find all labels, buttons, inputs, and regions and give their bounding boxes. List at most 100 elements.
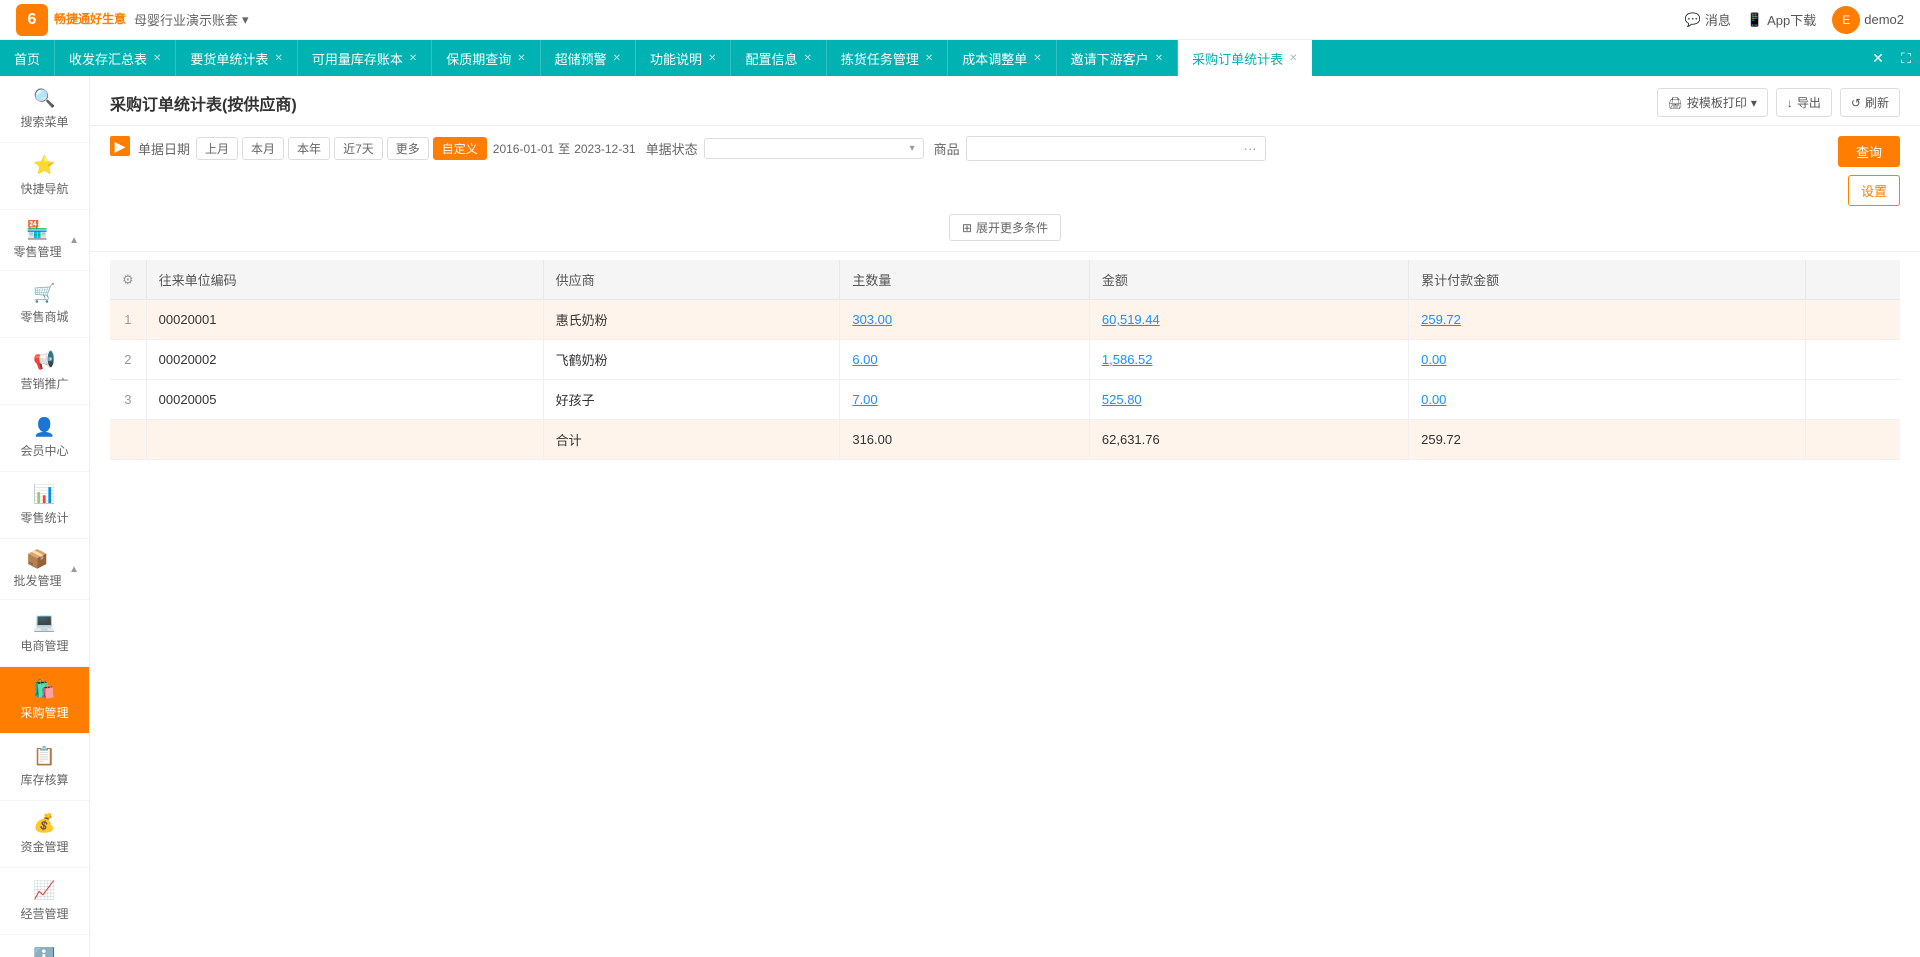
sidebar-item-finance[interactable]: 💰 资金管理	[0, 801, 89, 868]
close-icon[interactable]: ✕	[517, 53, 525, 64]
sidebar-item-basic[interactable]: ℹ️ 基础信息	[0, 935, 89, 957]
row-qty-2: 6.00	[840, 340, 1090, 380]
tab-chaochuyujing[interactable]: 超储预警 ✕	[541, 40, 636, 76]
tab-home[interactable]: 首页	[0, 40, 55, 76]
close-icon[interactable]: ✕	[1155, 53, 1163, 64]
tab-jianhuo[interactable]: 拣货任务管理 ✕	[827, 40, 948, 76]
tab-keyongliang[interactable]: 可用量库存账本 ✕	[298, 40, 432, 76]
sidebar: 🔍 搜索菜单 ⭐ 快捷导航 🏪 零售管理 ▲ 🛒 零售商城 📢 营销推广 👤 会…	[0, 76, 90, 957]
sidebar-label-retail-stats: 零售统计	[20, 509, 68, 526]
goods-input[interactable]: ···	[966, 136, 1266, 161]
table-row: 1 00020001 惠氏奶粉 303.00 60,519.44 259.72	[110, 300, 1900, 340]
print-label: 按模板打印	[1687, 94, 1747, 111]
chevron-icon: ▲	[69, 235, 79, 246]
sidebar-item-search[interactable]: 🔍 搜索菜单	[0, 76, 89, 143]
app-download-btn[interactable]: 📱 App下载	[1747, 10, 1816, 29]
status-select[interactable]: ▾	[704, 138, 924, 159]
sidebar-item-ecom[interactable]: 💻 电商管理	[0, 600, 89, 667]
data-table: ⚙ 往来单位编码 供应商 主数量 金额 累计付款金额 1 00020001 惠氏…	[110, 260, 1900, 460]
printer-icon: 🖨	[1668, 96, 1683, 110]
message-btn[interactable]: 💬 消息	[1685, 10, 1731, 29]
tab-yaoqing[interactable]: 邀请下游客户 ✕	[1057, 40, 1178, 76]
nav-tab-controls: ✕ ⛶	[1864, 44, 1920, 72]
close-icon[interactable]: ✕	[153, 53, 161, 64]
date-btn-this-year[interactable]: 本年	[288, 137, 330, 160]
table-row: 2 00020002 飞鹤奶粉 6.00 1,586.52 0.00	[110, 340, 1900, 380]
dropdown-icon: ▾	[1751, 96, 1757, 110]
basic-icon: ℹ️	[33, 947, 55, 957]
status-label: 单据状态	[646, 139, 698, 158]
close-icon[interactable]: ✕	[925, 53, 933, 64]
sidebar-item-wholesale[interactable]: 📦 批发管理 ▲	[0, 539, 89, 600]
refresh-btn[interactable]: ↺ 刷新	[1840, 88, 1900, 117]
dots-icon[interactable]: ···	[1244, 141, 1257, 156]
ecom-icon: 💻	[33, 612, 55, 633]
app-download-label: App下载	[1767, 10, 1816, 29]
avatar-img: E	[1832, 6, 1860, 34]
org-label: 母婴行业演示账套	[134, 10, 238, 29]
sidebar-item-mall[interactable]: 🛒 零售商城	[0, 271, 89, 338]
row-amount-3: 525.80	[1089, 380, 1408, 420]
tab-caigou-active[interactable]: 采购订单统计表 ✕	[1178, 40, 1312, 76]
query-btn[interactable]: 查询	[1838, 136, 1900, 167]
sidebar-item-inventory[interactable]: 📋 库存核算	[0, 734, 89, 801]
sidebar-item-purchase[interactable]: 🛍️ 采购管理	[0, 667, 89, 734]
app-layout: 🔍 搜索菜单 ⭐ 快捷导航 🏪 零售管理 ▲ 🛒 零售商城 📢 营销推广 👤 会…	[0, 76, 1920, 957]
close-all-btn[interactable]: ✕	[1864, 44, 1892, 72]
tab-baozhi[interactable]: 保质期查询 ✕	[432, 40, 540, 76]
col-paid: 累计付款金额	[1409, 260, 1806, 300]
goods-label: 商品	[934, 139, 960, 158]
more-conditions-btn[interactable]: ⊞ 展开更多条件	[949, 214, 1061, 241]
export-btn[interactable]: ↓ 导出	[1776, 88, 1832, 117]
row-paid-1: 259.72	[1409, 300, 1806, 340]
tab-gongneng[interactable]: 功能说明 ✕	[636, 40, 731, 76]
row-paid-2: 0.00	[1409, 340, 1806, 380]
sidebar-item-nav[interactable]: ⭐ 快捷导航	[0, 143, 89, 210]
date-btn-this-month[interactable]: 本月	[242, 137, 284, 160]
close-icon[interactable]: ✕	[803, 53, 811, 64]
sidebar-item-member[interactable]: 👤 会员中心	[0, 405, 89, 472]
row-code-1: 00020001	[146, 300, 543, 340]
close-icon[interactable]: ✕	[708, 53, 716, 64]
close-icon[interactable]: ✕	[409, 53, 417, 64]
tab-peizhi[interactable]: 配置信息 ✕	[731, 40, 826, 76]
more-conditions-label: 展开更多条件	[976, 219, 1048, 236]
tab-yaohuo[interactable]: 要货单统计表 ✕	[176, 40, 297, 76]
page-actions: 🖨 按模板打印 ▾ ↓ 导出 ↺ 刷新	[1657, 88, 1900, 117]
goods-input-field[interactable]	[975, 141, 1240, 156]
close-icon[interactable]: ✕	[613, 53, 621, 64]
tab-shoufacun[interactable]: 收发存汇总表 ✕	[55, 40, 176, 76]
page-title: 采购订单统计表(按供应商)	[110, 91, 297, 115]
expand-icon: ⊞	[962, 221, 972, 235]
close-icon[interactable]: ✕	[1033, 53, 1041, 64]
sidebar-label-wholesale: 批发管理	[14, 572, 62, 589]
close-icon[interactable]: ✕	[274, 53, 282, 64]
filter-right: 查询 设置	[1838, 136, 1900, 206]
expand-arrow-btn[interactable]: ▶	[110, 136, 130, 156]
print-btn[interactable]: 🖨 按模板打印 ▾	[1657, 88, 1768, 117]
close-icon-active[interactable]: ✕	[1289, 53, 1297, 64]
user-avatar[interactable]: E demo2	[1832, 6, 1904, 34]
sidebar-label-purchase: 采购管理	[20, 704, 68, 721]
date-btn-last-month[interactable]: 上月	[196, 137, 238, 160]
retail-icon: 🏪	[26, 220, 48, 241]
settings-btn[interactable]: 设置	[1848, 175, 1900, 206]
date-btn-more[interactable]: 更多	[387, 137, 429, 160]
date-btn-custom[interactable]: 自定义	[433, 137, 487, 160]
footer-amount: 62,631.76	[1089, 420, 1408, 460]
org-dropdown[interactable]: 母婴行业演示账套 ▾	[134, 10, 249, 29]
tab-chengben[interactable]: 成本调整单 ✕	[948, 40, 1056, 76]
sidebar-item-marketing[interactable]: 📢 营销推广	[0, 338, 89, 405]
sidebar-item-retail[interactable]: 🏪 零售管理 ▲	[0, 210, 89, 271]
top-bar-left: 6 畅捷通好生意 母婴行业演示账套 ▾	[16, 4, 249, 36]
row-extra-1	[1806, 300, 1900, 340]
top-bar: 6 畅捷通好生意 母婴行业演示账套 ▾ 💬 消息 📱 App下载 E demo2	[0, 0, 1920, 40]
filter-second-row: ⊞ 展开更多条件	[110, 214, 1900, 241]
col-settings[interactable]: ⚙	[110, 260, 146, 300]
date-btn-7days[interactable]: 近7天	[334, 137, 383, 160]
refresh-label: 刷新	[1865, 94, 1889, 111]
maximize-btn[interactable]: ⛶	[1892, 44, 1920, 72]
table-footer-row: 合计 316.00 62,631.76 259.72	[110, 420, 1900, 460]
sidebar-item-biz[interactable]: 📈 经营管理	[0, 868, 89, 935]
sidebar-item-retail-stats[interactable]: 📊 零售统计	[0, 472, 89, 539]
